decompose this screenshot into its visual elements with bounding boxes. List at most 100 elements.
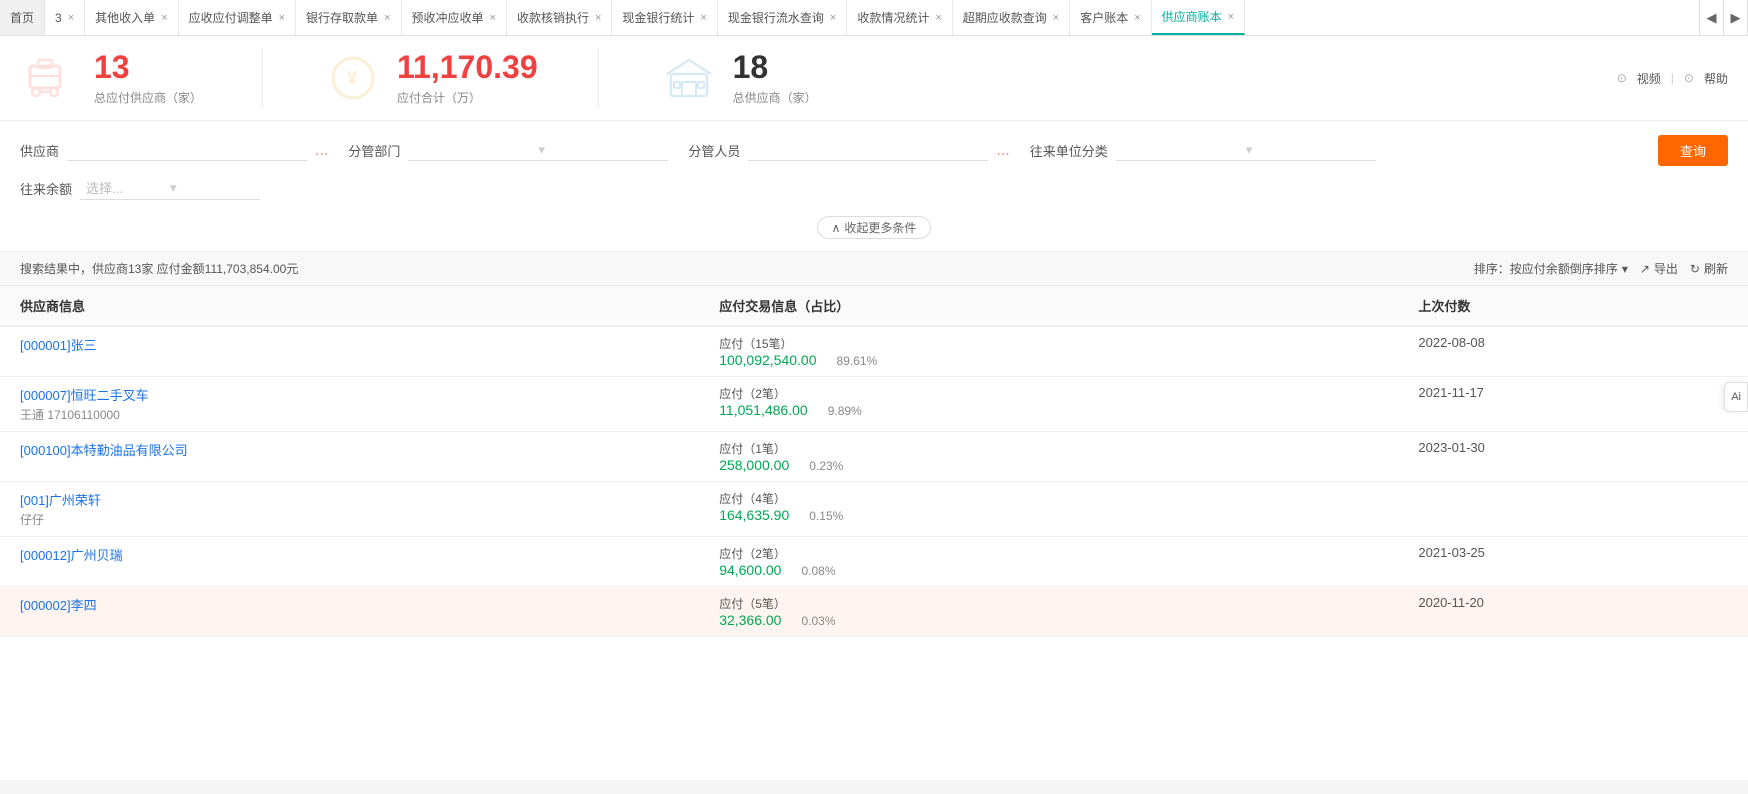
tx-label: 应付（5笔） (719, 595, 1378, 612)
summary-text-2: 11,170.39 应付合计（万） (397, 50, 538, 106)
supplier-link[interactable]: [000002]李四 (20, 598, 97, 613)
supplier-table: 供应商信息 应付交易信息（占比） 上次付数 [000001]张三应付（15笔）1… (0, 286, 1748, 637)
query-button[interactable]: 查询 (1658, 135, 1728, 166)
close-cash-stat[interactable]: × (700, 12, 706, 24)
filter-area: 供应商 ... 分管部门 ▾ 分管人员 ... 往来单位分类 ▾ 查询 往来 (0, 121, 1748, 252)
supplier-link[interactable]: [000001]张三 (20, 338, 97, 353)
supplier-cell: [000002]李四 (0, 587, 699, 637)
collapse-button[interactable]: ∧ 收起更多条件 (817, 216, 932, 239)
dept-filter-label: 分管部门 (348, 141, 400, 160)
last-date-cell: 2021-11-17 (1398, 377, 1748, 432)
nav-adjust[interactable]: 应收应付调整单 × (179, 0, 296, 35)
summary-text-1: 13 总应付供应商（家） (94, 50, 202, 106)
table-row: [000012]广州贝瑞应付（2笔）94,600.000.08%2021-03-… (0, 537, 1748, 587)
supplier-dots[interactable]: ... (315, 142, 328, 160)
supplier-sub-info: 仔仔 (20, 511, 679, 528)
close-receipt-stat[interactable]: × (935, 12, 941, 24)
filter-supplier: 供应商 ... (20, 141, 328, 161)
last-date-cell: 2023-01-30 (1398, 432, 1748, 482)
close-pre-receive[interactable]: × (490, 12, 496, 24)
sort-area: 排序：按应付余额倒序排序 ▾ ↗ 导出 ↻ 刷新 (1474, 260, 1728, 277)
payable-total-label: 应付合计（万） (397, 89, 538, 106)
refresh-button[interactable]: ↻ 刷新 (1690, 260, 1728, 277)
export-button[interactable]: ↗ 导出 (1640, 260, 1678, 277)
top-nav: 首页 3 × 其他收入单 × 应收应付调整单 × 银行存取款单 × 预收冲应收单… (0, 0, 1748, 36)
person-dots[interactable]: ... (996, 142, 1009, 160)
close-other-income[interactable]: × (161, 12, 167, 24)
nav-prev[interactable]: ◀ (1700, 0, 1724, 36)
dept-dropdown[interactable]: ▾ (408, 140, 668, 161)
nav-other-income[interactable]: 其他收入单 × (85, 0, 178, 35)
nav-overdue[interactable]: 超期应收款查询 × (953, 0, 1070, 35)
supplier-link[interactable]: [000012]广州贝瑞 (20, 548, 123, 563)
close-cash-query[interactable]: × (830, 12, 836, 24)
person-input[interactable] (748, 141, 988, 161)
filter-dept: 分管部门 ▾ (348, 140, 668, 161)
col-tx-info: 应付交易信息（占比） (699, 286, 1398, 326)
summary-card-total: 18 总供应商（家） (659, 48, 817, 108)
table-row: [000100]本特勤油品有限公司应付（1笔）258,000.000.23%20… (0, 432, 1748, 482)
last-payment-date: 2021-11-17 (1418, 385, 1484, 400)
col-last-date: 上次付数 (1398, 286, 1748, 326)
close-customer-book[interactable]: × (1134, 12, 1140, 24)
table-row: [001]广州荣轩仔仔应付（4笔）164,635.900.15% (0, 482, 1748, 537)
supplier-link[interactable]: [001]广州荣轩 (20, 493, 101, 508)
balance-chevron-icon: ▾ (170, 180, 254, 196)
table-scroll[interactable]: 供应商信息 应付交易信息（占比） 上次付数 [000001]张三应付（15笔）1… (0, 286, 1748, 780)
last-payment-date: 2020-11-20 (1418, 595, 1484, 610)
close-receipt-exec[interactable]: × (595, 12, 601, 24)
nav-bank[interactable]: 银行存取款单 × (296, 0, 401, 35)
last-payment-date: 2022-08-08 (1418, 335, 1485, 350)
tx-cell: 应付（5笔）32,366.000.03% (699, 587, 1398, 637)
supplier-filter-label: 供应商 (20, 141, 59, 160)
nav-receipt-stat[interactable]: 收款情况统计 × (847, 0, 952, 35)
result-bar: 搜索结果中，供应商13家 应付金额111,703,854.00元 排序：按应付余… (0, 252, 1748, 286)
supplier-icon (20, 48, 80, 108)
circle-icon: ⊙ (1617, 71, 1627, 85)
export-icon: ↗ (1640, 262, 1650, 276)
tx-pct: 9.89% (828, 404, 862, 418)
nav-customer-book[interactable]: 客户账本 × (1070, 0, 1151, 35)
nav-cash-stat[interactable]: 现金银行统计 × (612, 0, 717, 35)
payable-icon: ¥ (323, 48, 383, 108)
help-link[interactable]: 帮助 (1704, 70, 1728, 87)
nav-cash-query[interactable]: 现金银行流水查询 × (718, 0, 847, 35)
sort-chevron-icon: ▾ (1622, 262, 1628, 276)
close-supplier-book[interactable]: × (1228, 11, 1234, 23)
category-dropdown[interactable]: ▾ (1116, 140, 1376, 161)
last-date-cell: 2020-11-20 (1398, 587, 1748, 637)
close-overdue[interactable]: × (1053, 12, 1059, 24)
tx-pct: 89.61% (837, 354, 878, 368)
filter-row-2: 往来余额 选择... ▾ (20, 176, 1728, 200)
nav-pre-receive[interactable]: 预收冲应收单 × (402, 0, 507, 35)
sort-dropdown[interactable]: 排序：按应付余额倒序排序 ▾ (1474, 260, 1628, 277)
video-link[interactable]: 视频 (1637, 70, 1661, 87)
supplier-input[interactable] (67, 141, 307, 161)
nav-home[interactable]: 首页 (0, 0, 45, 35)
table-row: [000001]张三应付（15笔）100,092,540.0089.61%202… (0, 326, 1748, 377)
last-date-cell (1398, 482, 1748, 537)
svg-text:¥: ¥ (347, 68, 357, 88)
ai-sidebar[interactable]: Ai (1724, 382, 1748, 412)
close-bank[interactable]: × (384, 12, 390, 24)
supplier-link[interactable]: [000100]本特勤油品有限公司 (20, 443, 188, 458)
nav-next[interactable]: ▶ (1724, 0, 1748, 36)
nav-receipt-exec[interactable]: 收款核销执行 × (507, 0, 612, 35)
table-row: [000007]恒旺二手叉车王通 17106110000应付（2笔）11,051… (0, 377, 1748, 432)
category-filter-label: 往来单位分类 (1030, 141, 1108, 160)
close-tab3[interactable]: × (68, 12, 74, 24)
nav-arrows: ◀ ▶ (1699, 0, 1748, 36)
tx-amount: 100,092,540.00 (719, 352, 816, 368)
supplier-link[interactable]: [000007]恒旺二手叉车 (20, 388, 149, 403)
nav-tab3[interactable]: 3 × (45, 0, 85, 35)
person-filter-label: 分管人员 (688, 141, 740, 160)
tx-label: 应付（2笔） (719, 545, 1378, 562)
nav-supplier-book[interactable]: 供应商账本 × (1152, 0, 1245, 35)
balance-filter-label: 往来余额 (20, 179, 72, 198)
supplier-cell: [000007]恒旺二手叉车王通 17106110000 (0, 377, 699, 432)
close-adjust[interactable]: × (279, 12, 285, 24)
supplier-cell: [000001]张三 (0, 326, 699, 377)
result-summary-text: 搜索结果中，供应商13家 应付金额111,703,854.00元 (20, 260, 298, 277)
summary-card-suppliers: 13 总应付供应商（家） (20, 48, 202, 108)
balance-dropdown[interactable]: 选择... ▾ (80, 176, 260, 200)
